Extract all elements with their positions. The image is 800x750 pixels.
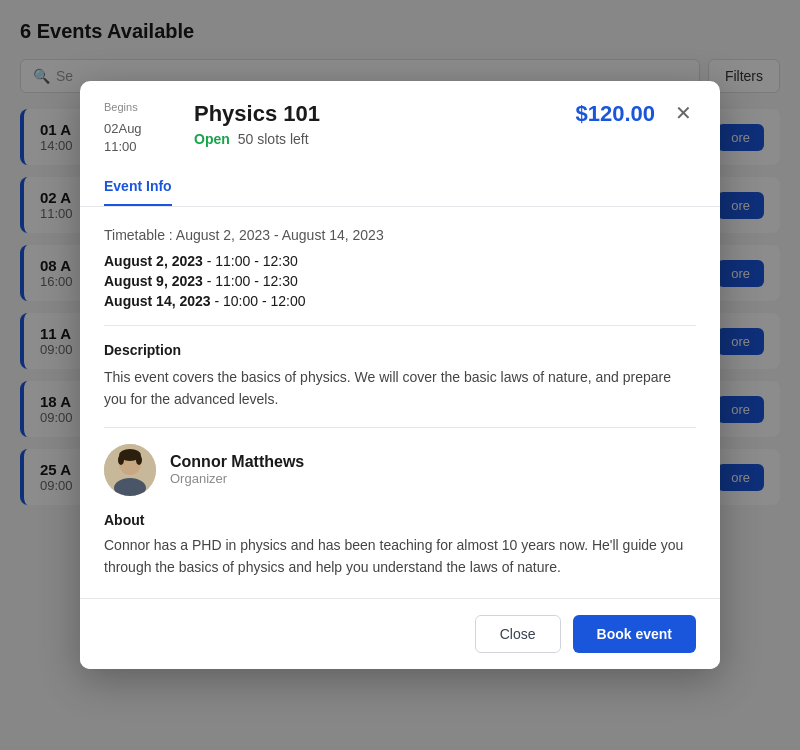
close-icon[interactable]: ✕ xyxy=(671,101,696,125)
begins-time: 11:00 xyxy=(104,139,174,154)
description-text: This event covers the basics of physics.… xyxy=(104,366,696,411)
timetable-date: August 14, 2023 xyxy=(104,293,211,309)
svg-point-4 xyxy=(118,455,124,465)
organizer-role: Organizer xyxy=(170,471,304,486)
divider xyxy=(104,427,696,428)
timetable-time: - 11:00 - 12:30 xyxy=(203,273,298,289)
event-status-row: Open 50 slots left xyxy=(194,131,320,147)
timetable-header: Timetable : August 2, 2023 - August 14, … xyxy=(104,227,696,243)
description-label: Description xyxy=(104,342,696,358)
timetable-entry: August 14, 2023 - 10:00 - 12:00 xyxy=(104,293,696,309)
modal-tabs: Event Info xyxy=(80,170,720,207)
organizer-row: Connor Matthews Organizer xyxy=(104,444,696,496)
timetable-entries: August 2, 2023 - 11:00 - 12:30 August 9,… xyxy=(104,253,696,309)
begins-day: 02Aug xyxy=(104,115,174,137)
timetable-entry: August 2, 2023 - 11:00 - 12:30 xyxy=(104,253,696,269)
begins-month: Aug xyxy=(118,121,141,136)
event-modal: Begins 02Aug 11:00 Physics 101 Open 50 s… xyxy=(80,81,720,670)
timetable-date: August 9, 2023 xyxy=(104,273,203,289)
modal-body: Timetable : August 2, 2023 - August 14, … xyxy=(80,207,720,599)
slots-text: 50 slots left xyxy=(238,131,309,147)
avatar-image xyxy=(104,444,156,496)
organizer-name: Connor Matthews xyxy=(170,453,304,471)
timetable-entry: August 9, 2023 - 11:00 - 12:30 xyxy=(104,273,696,289)
organizer-info: Connor Matthews Organizer xyxy=(170,453,304,486)
begins-block: Begins 02Aug 11:00 xyxy=(104,101,174,154)
modal-header-left: Begins 02Aug 11:00 Physics 101 Open 50 s… xyxy=(104,101,320,154)
svg-point-5 xyxy=(136,455,142,465)
divider xyxy=(104,325,696,326)
about-text: Connor has a PHD in physics and has been… xyxy=(104,534,696,579)
modal-footer: Close Book event xyxy=(80,598,720,669)
avatar xyxy=(104,444,156,496)
event-title: Physics 101 xyxy=(194,101,320,127)
status-badge: Open xyxy=(194,131,230,147)
timetable-time: - 10:00 - 12:00 xyxy=(211,293,306,309)
tab-event-info[interactable]: Event Info xyxy=(104,170,172,206)
event-price: $120.00 xyxy=(575,101,655,127)
close-button[interactable]: Close xyxy=(475,615,561,653)
modal-header: Begins 02Aug 11:00 Physics 101 Open 50 s… xyxy=(80,81,720,162)
about-label: About xyxy=(104,512,696,528)
event-title-block: Physics 101 Open 50 slots left xyxy=(194,101,320,147)
timetable-date: August 2, 2023 xyxy=(104,253,203,269)
book-event-button[interactable]: Book event xyxy=(573,615,696,653)
modal-header-right: $120.00 ✕ xyxy=(575,101,696,127)
modal-overlay: Begins 02Aug 11:00 Physics 101 Open 50 s… xyxy=(0,0,800,750)
timetable-time: - 11:00 - 12:30 xyxy=(203,253,298,269)
begins-label: Begins xyxy=(104,101,174,113)
